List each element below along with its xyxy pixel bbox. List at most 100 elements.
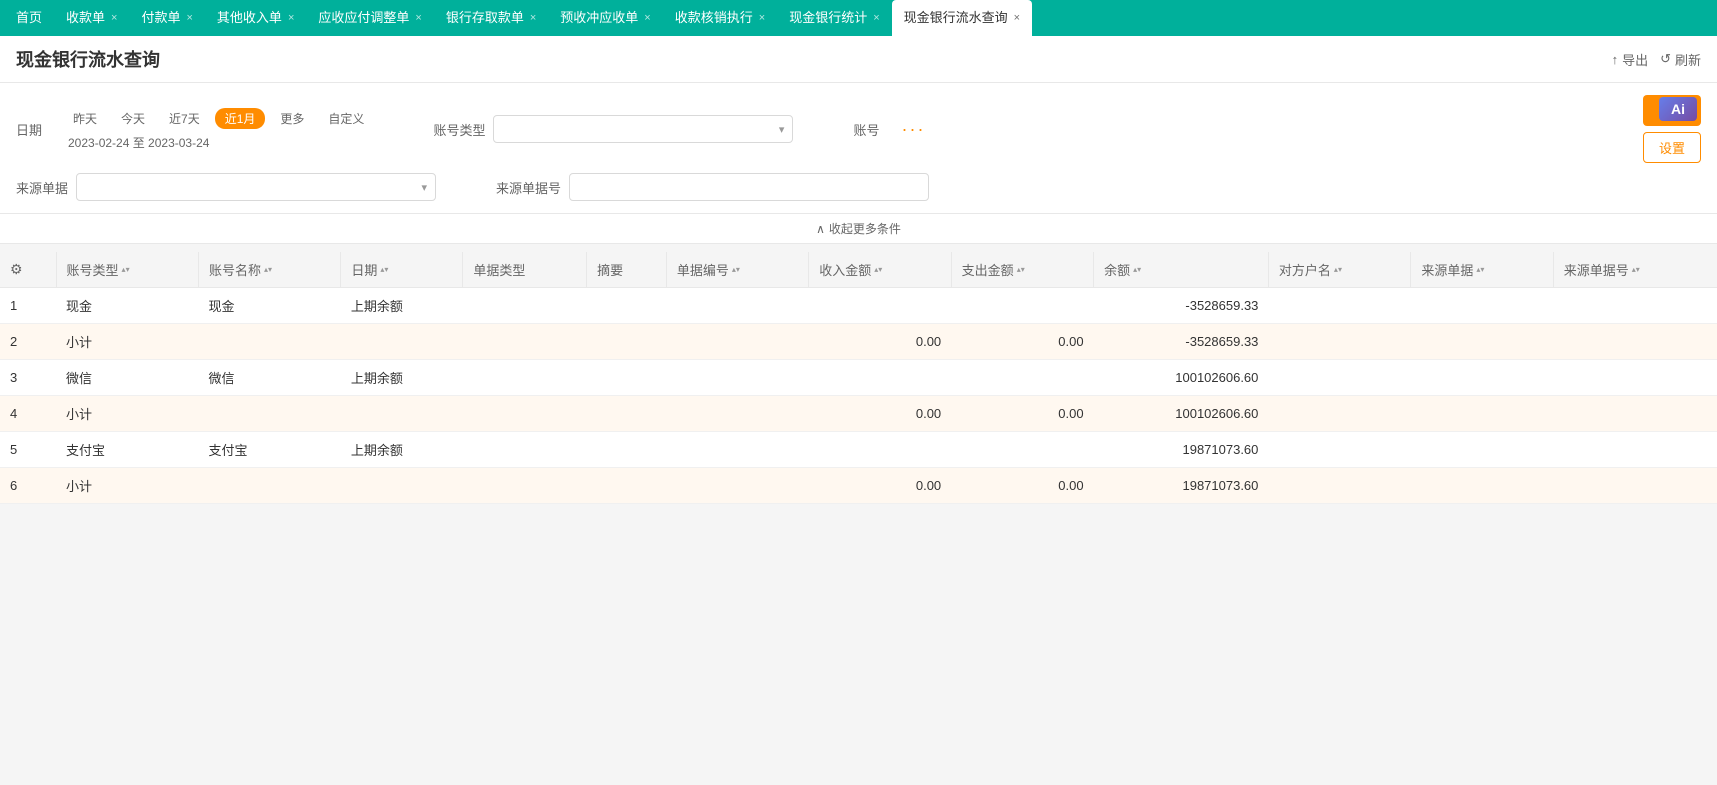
doc-type-cell [463,288,587,324]
source-doc-cell [1411,324,1553,360]
counterparty-cell [1268,324,1410,360]
account-type-cell: 小计 [56,396,198,432]
table-settings-gear-icon[interactable]: ⚙ [10,261,23,277]
row-number: 5 [0,432,56,468]
expense-cell: 0.00 [951,468,1093,504]
close-icon-cash-stats[interactable]: × [873,0,879,36]
date-btn-today[interactable]: 今天 [112,107,154,130]
th-balance[interactable]: 余额 ▴▾ [1094,252,1269,288]
th-counterparty-label: 对方户名 [1279,260,1331,279]
ai-badge[interactable]: Ai [1659,97,1697,121]
th-counterparty[interactable]: 对方户名 ▴▾ [1268,252,1410,288]
date-cell [341,324,463,360]
date-btn-custom[interactable]: 自定义 [319,107,373,130]
nav-item-home[interactable]: 首页 [4,0,54,36]
nav-label-cash-stats: 现金银行统计 [789,0,867,36]
date-cell [341,396,463,432]
th-income[interactable]: 收入金额 ▴▾ [809,252,951,288]
summary-cell [587,288,667,324]
date-btn-7days[interactable]: 近7天 [160,107,209,130]
th-account-name-label: 账号名称 [209,260,261,279]
th-expense[interactable]: 支出金额 ▴▾ [951,252,1093,288]
close-icon-payment[interactable]: × [186,0,192,36]
nav-label-receipt: 收款单 [66,0,105,36]
source-doc-select[interactable]: ▾ [76,173,436,201]
sort-icon-income: ▴▾ [874,265,882,274]
source-doc-no-input[interactable] [569,173,929,201]
date-btn-more[interactable]: 更多 [271,107,313,130]
th-account-name[interactable]: 账号名称 ▴▾ [198,252,340,288]
page-title: 现金银行流水查询 [16,46,160,72]
table-row: 1现金现金上期余额-3528659.33 [0,288,1717,324]
sort-icon-date: ▴▾ [380,265,388,274]
sort-icon-doc-no: ▴▾ [732,265,740,274]
close-icon-cash-flow[interactable]: × [1014,0,1020,36]
export-button[interactable]: ↑ 导出 [1612,50,1649,69]
nav-item-prepay[interactable]: 预收冲应收单 × [548,0,662,36]
source-doc-cell [1411,432,1553,468]
th-source-doc[interactable]: 来源单据 ▴▾ [1411,252,1553,288]
sort-icon-source-doc: ▴▾ [1476,265,1484,274]
nav-item-cash-stats[interactable]: 现金银行统计 × [777,0,891,36]
filter-row-2: 来源单据 ▾ 来源单据号 [16,173,1701,201]
close-icon-write-off[interactable]: × [759,0,765,36]
balance-cell: 19871073.60 [1094,468,1269,504]
counterparty-cell [1268,360,1410,396]
nav-item-ar-adjust[interactable]: 应收应付调整单 × [306,0,433,36]
close-icon-prepay[interactable]: × [644,0,650,36]
income-cell: 0.00 [809,324,951,360]
account-type-select[interactable]: ▾ [493,115,793,143]
settings-button[interactable]: 设置 [1643,132,1701,163]
doc-no-cell [666,324,808,360]
nav-item-write-off[interactable]: 收款核销执行 × [663,0,777,36]
sort-icon-account-type: ▴▾ [122,265,130,274]
row-number: 6 [0,468,56,504]
nav-label-cash-flow: 现金银行流水查询 [904,0,1008,36]
close-icon-bank-deposit[interactable]: × [530,0,536,36]
export-label: 导出 [1622,50,1648,69]
nav-item-bank-deposit[interactable]: 银行存取款单 × [434,0,548,36]
close-icon-other-income[interactable]: × [288,0,294,36]
row-number: 4 [0,396,56,432]
sort-icon-balance: ▴▾ [1133,265,1141,274]
income-cell [809,360,951,396]
th-doc-no[interactable]: 单据编号 ▴▾ [666,252,808,288]
date-range-text: 2023-02-24 至 2023-03-24 [68,136,209,150]
collapse-bar[interactable]: ∧ 收起更多条件 [0,214,1717,244]
th-expense-label: 支出金额 [962,260,1014,279]
doc-type-cell [463,324,587,360]
close-icon-receipt[interactable]: × [111,0,117,36]
source-doc-no-cell [1553,432,1717,468]
sort-icon-source-doc-no: ▴▾ [1632,265,1640,274]
refresh-button[interactable]: ↺ 刷新 [1660,50,1701,69]
date-btn-1month[interactable]: 近1月 [215,108,266,129]
th-doc-no-label: 单据编号 [677,260,729,279]
counterparty-cell [1268,288,1410,324]
date-btn-yesterday[interactable]: 昨天 [64,107,106,130]
row-number: 2 [0,324,56,360]
summary-cell [587,396,667,432]
table-body: 1现金现金上期余额-3528659.332小计0.000.00-3528659.… [0,288,1717,504]
th-gear[interactable]: ⚙ [0,252,56,288]
filter-area: 日期 昨天 今天 近7天 近1月 更多 自定义 2023-02-24 至 202… [0,83,1717,214]
refresh-icon: ↺ [1660,51,1671,67]
account-type-cell: 小计 [56,324,198,360]
summary-cell [587,324,667,360]
refresh-label: 刷新 [1675,50,1701,69]
table-row: 5支付宝支付宝上期余额19871073.60 [0,432,1717,468]
more-dots[interactable]: ··· [901,119,925,140]
chevron-down-icon-2: ▾ [421,181,427,194]
date-cell: 上期余额 [341,288,463,324]
nav-item-cash-flow[interactable]: 现金银行流水查询 × [892,0,1032,36]
account-name-cell [198,468,340,504]
th-source-doc-no[interactable]: 来源单据号 ▴▾ [1553,252,1717,288]
nav-label-write-off: 收款核销执行 [675,0,753,36]
date-label: 日期 [16,120,56,139]
nav-item-other-income[interactable]: 其他收入单 × [205,0,306,36]
th-date[interactable]: 日期 ▴▾ [341,252,463,288]
th-account-type[interactable]: 账号类型 ▴▾ [56,252,198,288]
date-filter-group: 日期 昨天 今天 近7天 近1月 更多 自定义 2023-02-24 至 202… [16,107,373,151]
nav-item-receipt[interactable]: 收款单 × [54,0,129,36]
close-icon-ar-adjust[interactable]: × [415,0,421,36]
nav-item-payment[interactable]: 付款单 × [129,0,204,36]
